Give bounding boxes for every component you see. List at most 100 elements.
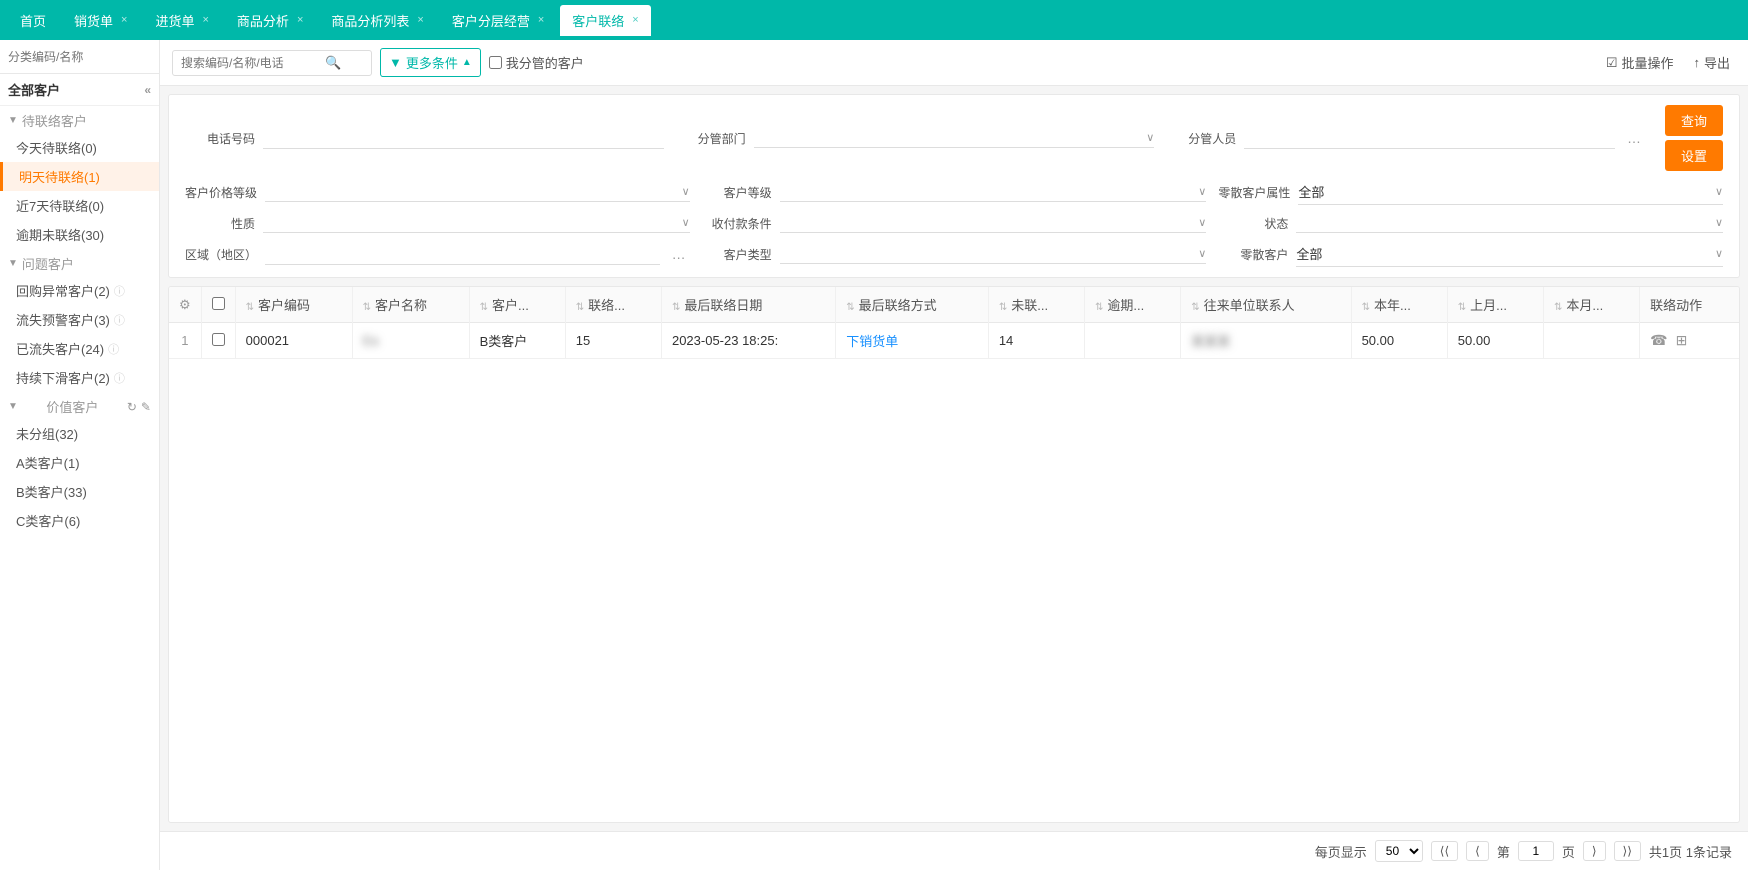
customer-level-chevron-icon: ∨ bbox=[1198, 185, 1206, 198]
filter-payment-select[interactable]: ∨ bbox=[780, 213, 1207, 233]
refresh-icon[interactable]: ↻ bbox=[127, 400, 137, 414]
nav-customer-stratify[interactable]: 客户分层经营 × bbox=[440, 5, 556, 36]
sidebar-item-churned[interactable]: 已流失客户(24) ⓘ bbox=[0, 334, 159, 363]
last-page-button[interactable]: ⟩⟩ bbox=[1614, 841, 1641, 861]
col-overdue[interactable]: 逾期... bbox=[1085, 287, 1181, 323]
close-customer-stratify-icon[interactable]: × bbox=[538, 14, 544, 26]
col-checkbox[interactable] bbox=[201, 287, 235, 323]
filter-price-level-label: 客户价格等级 bbox=[185, 184, 257, 201]
filter-region-input[interactable] bbox=[265, 244, 660, 265]
page-number-input[interactable] bbox=[1518, 841, 1554, 861]
sidebar-item-tomorrow-contact[interactable]: 明天待联络(1) bbox=[0, 162, 159, 191]
page-label: 第 bbox=[1497, 842, 1510, 861]
my-customer-check[interactable] bbox=[489, 56, 502, 69]
sidebar-item-c-class[interactable]: C类客户(6) bbox=[0, 506, 159, 535]
nav-product-analysis[interactable]: 商品分析 × bbox=[225, 5, 315, 36]
sidebar-item-churn-warning[interactable]: 流失预警客户(3) ⓘ bbox=[0, 305, 159, 334]
query-button[interactable]: 查询 bbox=[1665, 105, 1723, 136]
sidebar-item-declining[interactable]: 持续下滑客户(2) ⓘ bbox=[0, 363, 159, 392]
sidebar-item-ungrouped[interactable]: 未分组(32) bbox=[0, 419, 159, 448]
col-customer-name[interactable]: 客户名称 bbox=[352, 287, 469, 323]
filter-person-field: 分管人员 … bbox=[1166, 128, 1645, 149]
filter-status-select[interactable]: ∨ bbox=[1296, 213, 1723, 233]
sidebar-item-b-class[interactable]: B类客户(33) bbox=[0, 477, 159, 506]
col-this-year-label: 本年... bbox=[1362, 298, 1411, 313]
col-customer-type-label: 客户... bbox=[480, 298, 529, 313]
contact-action-icon[interactable]: ☎ bbox=[1650, 332, 1667, 349]
my-customer-label: 我分管的客户 bbox=[506, 53, 584, 72]
export-button[interactable]: ↑ 导出 bbox=[1687, 49, 1736, 76]
all-customers-header[interactable]: 全部客户 « bbox=[0, 74, 159, 106]
nav-product-analysis-list[interactable]: 商品分析列表 × bbox=[319, 5, 435, 36]
close-customer-contact-icon[interactable]: × bbox=[632, 14, 638, 26]
last-contact-method-link[interactable]: 下销货单 bbox=[846, 334, 898, 349]
region-dots-icon[interactable]: … bbox=[668, 246, 690, 262]
col-settings[interactable]: ⚙ bbox=[169, 287, 201, 323]
close-product-analysis-icon[interactable]: × bbox=[297, 14, 303, 26]
filter-price-level-select[interactable]: ∨ bbox=[265, 182, 690, 202]
col-last-contact-date[interactable]: 最后联络日期 bbox=[661, 287, 835, 323]
col-uncontacted[interactable]: 未联... bbox=[988, 287, 1084, 323]
col-contact-count[interactable]: 联络... bbox=[565, 287, 661, 323]
filter-retail-attr-select[interactable]: 全部 ∨ bbox=[1298, 179, 1723, 205]
col-this-month-label: 本月... bbox=[1554, 298, 1603, 313]
person-dots-icon[interactable]: … bbox=[1623, 130, 1645, 146]
table-header-row: ⚙ 客户编码 客户名称 客户... bbox=[169, 287, 1739, 323]
col-last-month[interactable]: 上月... bbox=[1447, 287, 1543, 323]
sidebar-search-input[interactable] bbox=[8, 50, 160, 64]
filter-customer-level-select[interactable]: ∨ bbox=[780, 182, 1207, 202]
page-size-select[interactable]: 50 bbox=[1375, 840, 1423, 862]
sidebar-item-today-contact[interactable]: 今天待联络(0) bbox=[0, 133, 159, 162]
filter-dept-select[interactable]: ∨ bbox=[754, 128, 1155, 148]
info-icon-repurchase: ⓘ bbox=[114, 283, 125, 299]
close-sales-icon[interactable]: × bbox=[121, 14, 127, 26]
col-unit-contact[interactable]: 往来单位联系人 bbox=[1181, 287, 1351, 323]
sidebar-item-7days-contact[interactable]: 近7天待联络(0) bbox=[0, 191, 159, 220]
col-last-contact-date-label: 最后联络日期 bbox=[672, 298, 762, 313]
retail-customer-value: 全部 bbox=[1296, 244, 1322, 263]
more-action-icon[interactable]: ⊞ bbox=[1676, 332, 1688, 349]
nav-sales[interactable]: 销货单 × bbox=[62, 5, 139, 36]
nav-purchase[interactable]: 进货单 × bbox=[143, 5, 220, 36]
prev-page-button[interactable]: ⟨ bbox=[1466, 841, 1489, 861]
filter-person-input[interactable] bbox=[1244, 128, 1615, 149]
row-checkbox[interactable] bbox=[212, 333, 225, 346]
group-problem-customers[interactable]: 问题客户 bbox=[0, 249, 159, 276]
group-pending-contact[interactable]: 待联络客户 bbox=[0, 106, 159, 133]
row-checkbox-cell[interactable] bbox=[201, 323, 235, 359]
edit-icon[interactable]: ✎ bbox=[141, 400, 151, 414]
row-overdue bbox=[1085, 323, 1181, 359]
next-page-button[interactable]: ⟩ bbox=[1583, 841, 1606, 861]
filter-phone-input[interactable] bbox=[263, 128, 664, 149]
main-search-input[interactable] bbox=[181, 56, 321, 70]
my-customer-checkbox[interactable]: 我分管的客户 bbox=[489, 53, 584, 72]
payment-chevron-icon: ∨ bbox=[1198, 216, 1206, 229]
group-value-customers[interactable]: 价值客户 ↻ ✎ bbox=[0, 392, 159, 419]
more-filter-button[interactable]: ▼ 更多条件 ▲ bbox=[380, 48, 481, 77]
close-product-analysis-list-icon[interactable]: × bbox=[417, 14, 423, 26]
col-this-year[interactable]: 本年... bbox=[1351, 287, 1447, 323]
row-last-contact-method[interactable]: 下销货单 bbox=[836, 323, 989, 359]
batch-operation-button[interactable]: ☑ 批量操作 bbox=[1600, 49, 1680, 76]
settings-button[interactable]: 设置 bbox=[1665, 140, 1723, 171]
first-page-button[interactable]: ⟨⟨ bbox=[1431, 841, 1458, 861]
col-customer-type[interactable]: 客户... bbox=[469, 287, 565, 323]
filter-nature-select[interactable]: ∨ bbox=[263, 213, 690, 233]
settings-gear-icon[interactable]: ⚙ bbox=[179, 297, 191, 312]
filter-customer-type-select[interactable]: ∨ bbox=[780, 244, 1207, 264]
dept-chevron-icon: ∨ bbox=[1146, 131, 1154, 144]
sidebar-item-overdue-contact[interactable]: 逾期未联络(30) bbox=[0, 220, 159, 249]
sidebar-item-a-class[interactable]: A类客户(1) bbox=[0, 448, 159, 477]
search-box: 🔍 bbox=[172, 50, 372, 76]
col-customer-code[interactable]: 客户编码 bbox=[235, 287, 352, 323]
sidebar-item-repurchase-abnormal[interactable]: 回购异常客户(2) ⓘ bbox=[0, 276, 159, 305]
nav-home[interactable]: 首页 bbox=[8, 5, 58, 36]
col-this-month[interactable]: 本月... bbox=[1543, 287, 1639, 323]
export-label: 导出 bbox=[1704, 53, 1730, 72]
close-purchase-icon[interactable]: × bbox=[202, 14, 208, 26]
nav-customer-contact[interactable]: 客户联络 × bbox=[560, 5, 650, 36]
filter-retail-customer-select[interactable]: 全部 ∨ bbox=[1296, 241, 1723, 267]
select-all-checkbox[interactable] bbox=[212, 297, 225, 310]
main-search-icon[interactable]: 🔍 bbox=[325, 55, 341, 71]
col-last-contact-method[interactable]: 最后联络方式 bbox=[836, 287, 989, 323]
